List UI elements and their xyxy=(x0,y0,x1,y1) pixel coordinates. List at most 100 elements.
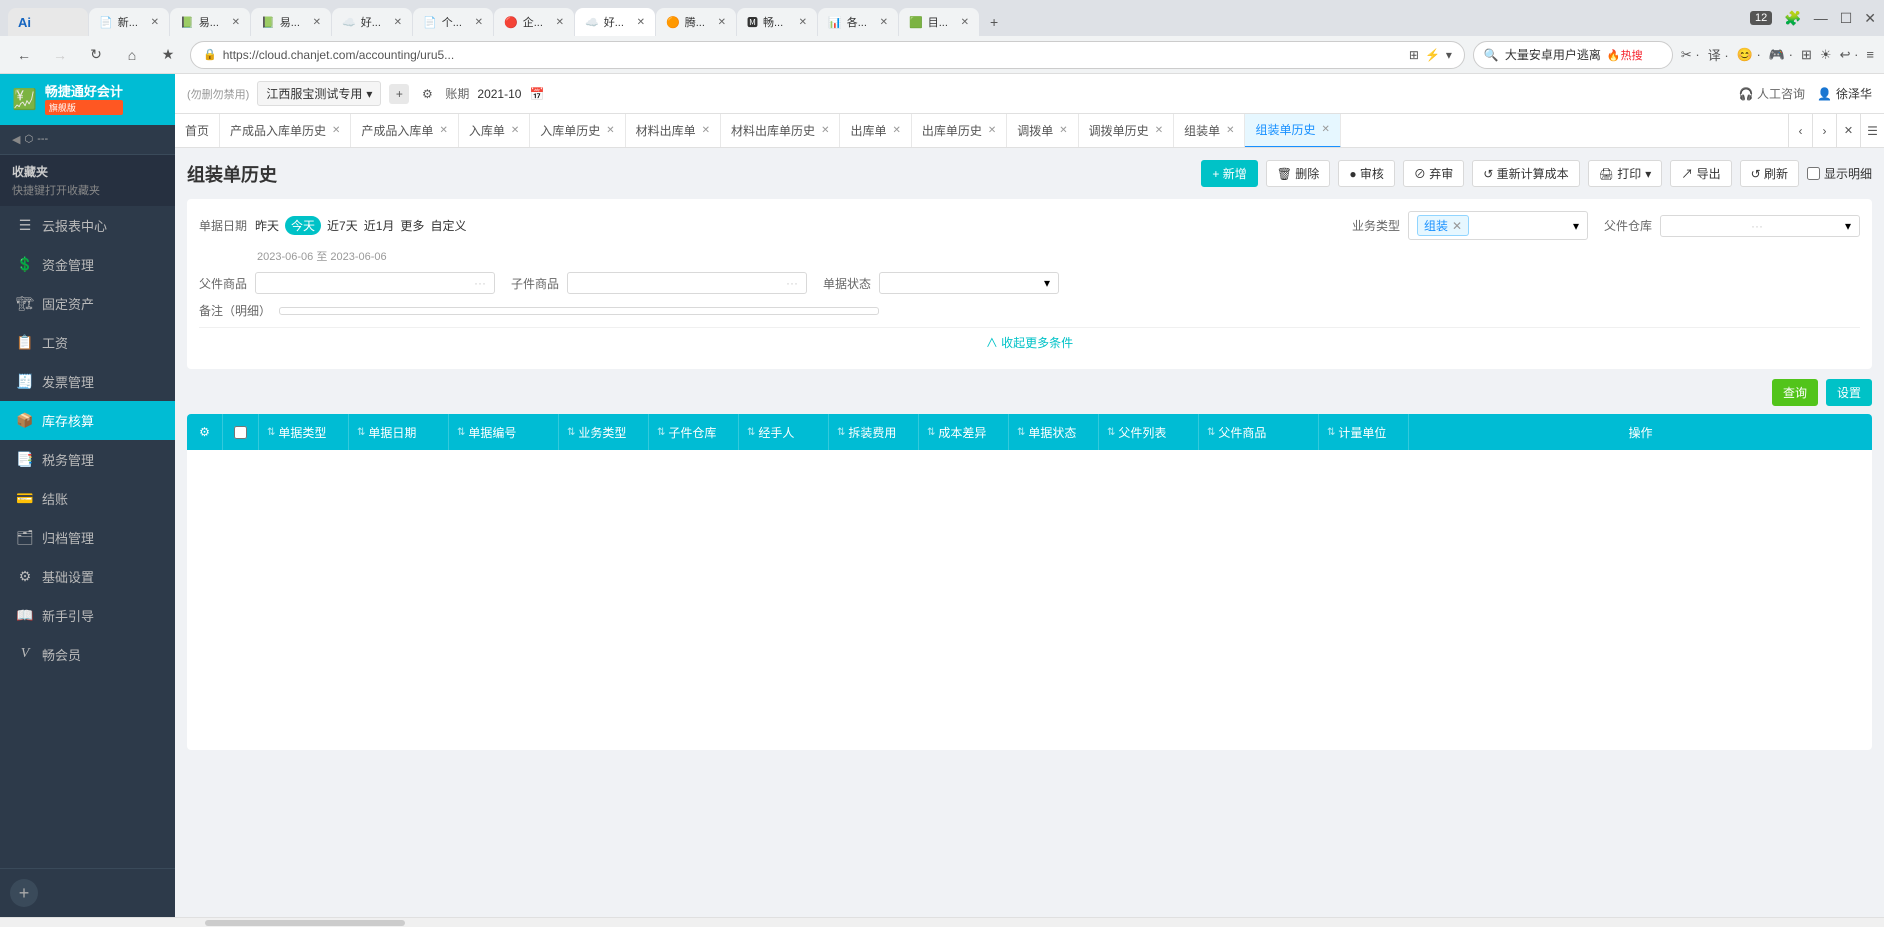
tab-close-icon[interactable]: ✕ xyxy=(332,125,340,136)
cut-action[interactable]: ✂ · xyxy=(1681,47,1700,63)
col-order-type[interactable]: ⇅ 单据类型 xyxy=(259,414,349,450)
sidebar-item-fund[interactable]: 💲 资金管理 xyxy=(0,245,175,284)
tab-adjust-hist[interactable]: 调拨单历史 ✕ xyxy=(1079,114,1174,148)
browser-tab-4[interactable]: 📗 易... ✕ xyxy=(251,8,331,36)
tab-close-icon[interactable]: ✕ xyxy=(1155,125,1163,136)
tab-close-icon[interactable]: ✕ xyxy=(439,125,447,136)
undo-action[interactable]: ↩ · xyxy=(1840,47,1859,63)
shortcut-1month[interactable]: 近1月 xyxy=(364,217,395,234)
col-biz-type[interactable]: ⇅ 业务类型 xyxy=(559,414,649,450)
col-order-no[interactable]: ⇅ 单据编号 xyxy=(449,414,559,450)
company-settings-button[interactable]: ⚙ xyxy=(417,84,437,104)
col-unit[interactable]: ⇅ 计量单位 xyxy=(1319,414,1409,450)
browser-tab-2[interactable]: 📄 新... ✕ xyxy=(89,8,169,36)
calendar-icon[interactable]: 📅 xyxy=(529,87,544,101)
parent-goods-input[interactable]: ··· xyxy=(255,272,495,294)
tab-assemble[interactable]: 组装单 ✕ xyxy=(1174,114,1245,148)
shortcut-custom[interactable]: 自定义 xyxy=(430,217,466,234)
new-tab-button[interactable]: + xyxy=(980,8,1010,36)
col-dismantle-fee[interactable]: ⇅ 拆装费用 xyxy=(829,414,919,450)
shortcut-today[interactable]: 今天 xyxy=(285,216,321,235)
refresh-button[interactable]: ↺ 刷新 xyxy=(1740,160,1799,187)
col-handler[interactable]: ⇅ 经手人 xyxy=(739,414,829,450)
tab-mat-out-hist[interactable]: 材料出库单历史 ✕ xyxy=(721,114,840,148)
browser-tab-3[interactable]: 📗 易... ✕ xyxy=(170,8,250,36)
extensions-icon[interactable]: 🧩 xyxy=(1784,10,1801,27)
tab-mat-out[interactable]: 材料出库单 ✕ xyxy=(626,114,721,148)
tab-close-icon[interactable]: ✕ xyxy=(313,17,321,28)
tab-adjust[interactable]: 调拨单 ✕ xyxy=(1007,114,1078,148)
theme-action[interactable]: ☀ xyxy=(1820,47,1832,63)
sidebar-item-member[interactable]: V 畅会员 xyxy=(0,635,175,674)
tab-close-icon[interactable]: ✕ xyxy=(232,17,240,28)
table-settings-icon[interactable]: ⚙ xyxy=(187,414,223,450)
collapse-bar[interactable]: ∧ 收起更多条件 xyxy=(199,327,1860,357)
dots-icon[interactable]: ··· xyxy=(474,276,486,290)
translate-action[interactable]: 译 · xyxy=(1708,45,1729,64)
sidebar-item-invoice[interactable]: 🧾 发票管理 xyxy=(0,362,175,401)
browser-tab-8[interactable]: ☁️ 好... ✕ xyxy=(575,8,655,36)
refresh-button[interactable]: ↻ xyxy=(82,41,110,69)
minimize-button[interactable]: — xyxy=(1814,10,1828,26)
tab-close-icon[interactable]: ✕ xyxy=(637,17,645,28)
tag-remove-icon[interactable]: ✕ xyxy=(1452,219,1462,233)
query-button[interactable]: 查询 xyxy=(1772,379,1818,406)
back-button[interactable]: ← xyxy=(10,41,38,69)
tab-close-icon[interactable]: ✕ xyxy=(961,17,969,28)
display-detail-input[interactable] xyxy=(1807,167,1820,180)
col-parent-list[interactable]: ⇅ 父件列表 xyxy=(1099,414,1199,450)
browser-tab-10[interactable]: 🅼 畅... ✕ xyxy=(737,8,817,36)
new-button[interactable]: + 新增 xyxy=(1201,160,1257,187)
browser-tab-12[interactable]: 🟩 目... ✕ xyxy=(899,8,979,36)
parent-warehouse-select[interactable]: ··· ▾ xyxy=(1660,215,1860,237)
select-dropdown-icon[interactable]: ▾ xyxy=(1845,219,1851,233)
tab-out-order[interactable]: 出库单 ✕ xyxy=(840,114,911,148)
col-parent-goods[interactable]: ⇅ 父件商品 xyxy=(1199,414,1319,450)
dots-icon[interactable]: ··· xyxy=(1751,219,1763,233)
dropdown-icon[interactable]: ▾ xyxy=(1446,48,1452,62)
tab-close-icon[interactable]: ✕ xyxy=(1322,124,1330,135)
col-child-warehouse[interactable]: ⇅ 子件仓库 xyxy=(649,414,739,450)
select-dropdown-icon[interactable]: ▾ xyxy=(1044,276,1050,290)
tab-close-icon[interactable]: ✕ xyxy=(556,17,564,28)
sidebar-item-tax[interactable]: 📑 税务管理 xyxy=(0,440,175,479)
tab-close-icon[interactable]: ✕ xyxy=(988,125,996,136)
col-order-status[interactable]: ⇅ 单据状态 xyxy=(1009,414,1099,450)
browser-tab-6[interactable]: 📄 个... ✕ xyxy=(413,8,493,36)
browser-tab-7[interactable]: 🔴 企... ✕ xyxy=(494,8,574,36)
sidebar-item-settle[interactable]: 💳 结账 xyxy=(0,479,175,518)
abandon-button[interactable]: ⊘ 弃审 xyxy=(1403,160,1464,187)
tab-close-icon[interactable]: ✕ xyxy=(880,17,888,28)
horizontal-scrollbar[interactable] xyxy=(0,917,1884,927)
sidebar-item-report[interactable]: ☰ 云报表中心 xyxy=(0,206,175,245)
select-all-checkbox[interactable] xyxy=(234,426,247,439)
recalculate-button[interactable]: ↺ 重新计算成本 xyxy=(1472,160,1579,187)
address-bar[interactable]: 🔒 https://cloud.chanjet.com/accounting/u… xyxy=(190,41,1465,69)
tab-close-all-button[interactable]: ✕ xyxy=(1836,114,1860,148)
favorites-hint[interactable]: 快捷键打开收藏夹 xyxy=(12,182,163,198)
order-status-select[interactable]: ▾ xyxy=(879,272,1059,294)
tab-home[interactable]: 首页 xyxy=(175,114,220,148)
menu-action[interactable]: ≡ xyxy=(1866,47,1874,62)
tab-close-icon[interactable]: ✕ xyxy=(606,125,614,136)
grid-action[interactable]: ⊞ xyxy=(1801,47,1812,63)
close-button[interactable]: ✕ xyxy=(1864,10,1876,27)
sidebar-item-guide[interactable]: 📖 新手引导 xyxy=(0,596,175,635)
tab-next-button[interactable]: › xyxy=(1812,114,1836,148)
add-company-button[interactable]: + xyxy=(389,84,409,104)
tab-close-icon[interactable]: ✕ xyxy=(475,17,483,28)
dots-icon[interactable]: ··· xyxy=(786,276,798,290)
service-link[interactable]: 🎧 人工咨询 xyxy=(1739,85,1805,102)
tab-close-icon[interactable]: ✕ xyxy=(892,125,900,136)
sidebar-add-btn[interactable]: + xyxy=(0,868,175,917)
table-checkbox-all[interactable] xyxy=(223,414,259,450)
shortcut-yesterday[interactable]: 昨天 xyxy=(255,217,279,234)
sidebar-item-inventory[interactable]: 📦 库存核算 xyxy=(0,401,175,440)
lightning-icon[interactable]: ⚡ xyxy=(1425,48,1440,62)
shortcut-more[interactable]: 更多 xyxy=(400,217,424,234)
sidebar-item-archive[interactable]: 🗂 归档管理 xyxy=(0,518,175,557)
audit-button[interactable]: ● 审核 xyxy=(1338,160,1395,187)
tab-close-icon[interactable]: ✕ xyxy=(702,125,710,136)
delete-button[interactable]: 🗑 删除 xyxy=(1266,160,1331,187)
browser-tab-1[interactable]: Ai xyxy=(8,8,88,36)
